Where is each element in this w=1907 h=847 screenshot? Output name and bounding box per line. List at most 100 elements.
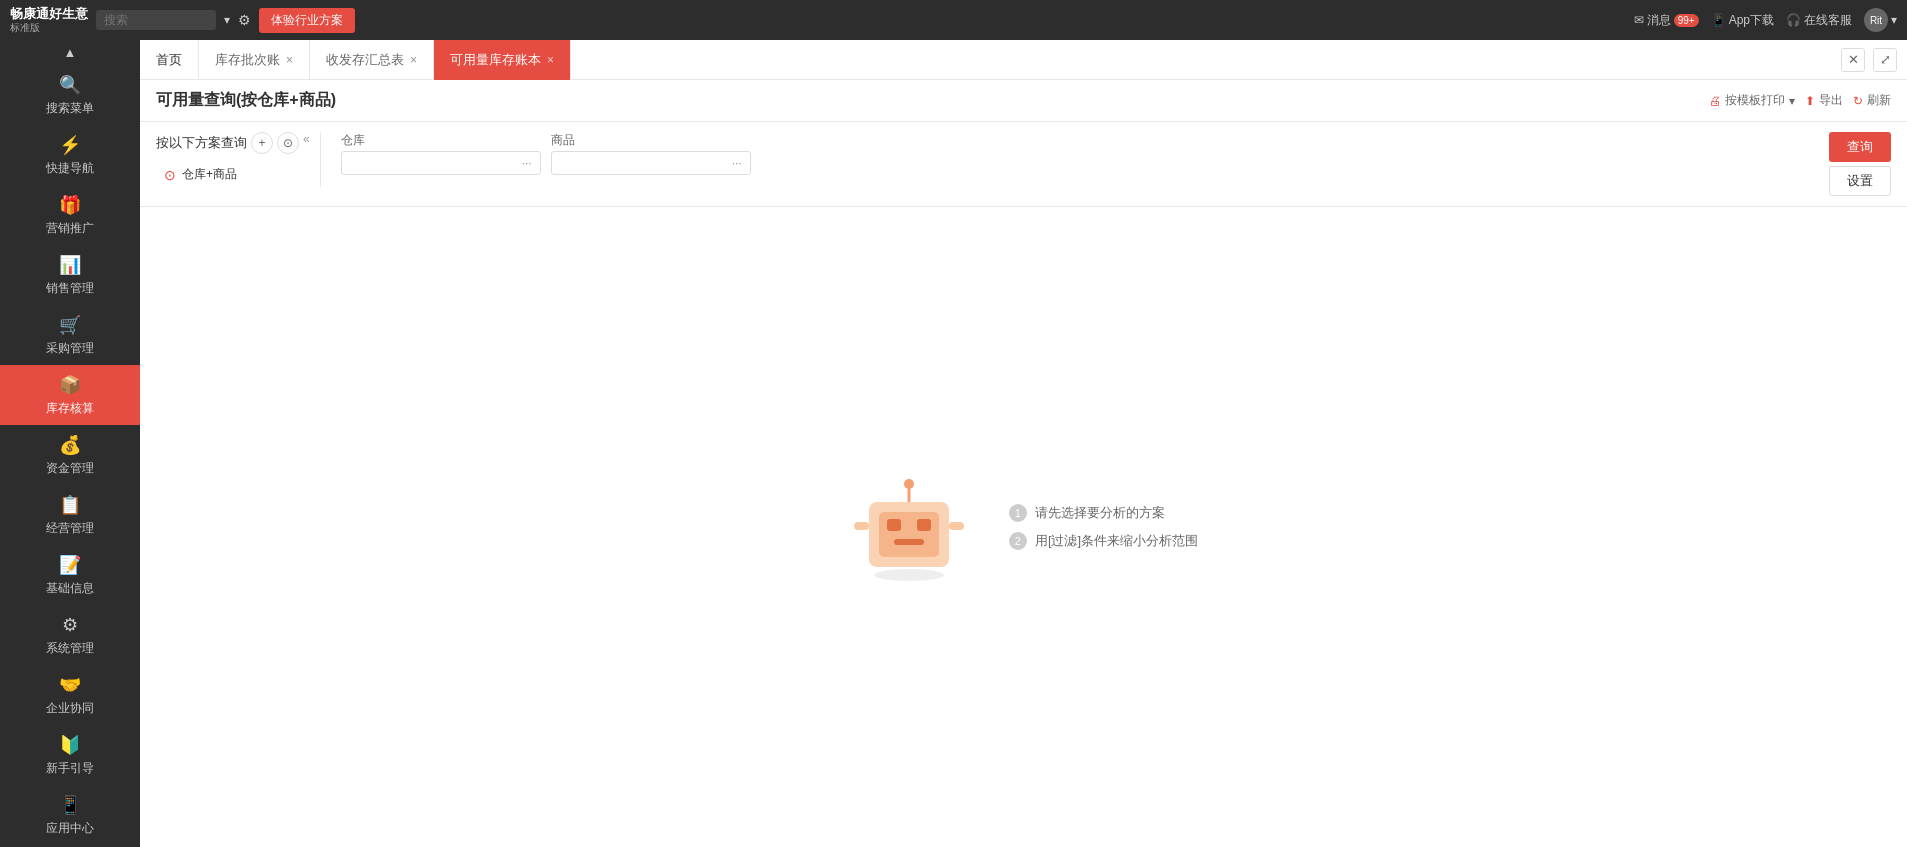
tab-summary-close[interactable]: × xyxy=(410,53,417,67)
purchase-icon: 🛒 xyxy=(59,314,81,336)
sidebar-label-operations: 经营管理 xyxy=(46,520,94,537)
page-header-actions: 🖨 按模板打印 ▾ ⬆ 导出 ↻ 刷新 xyxy=(1709,92,1891,109)
app-download-label: App下载 xyxy=(1729,12,1774,29)
export-icon: ⬆ xyxy=(1805,94,1815,108)
sidebar-item-finance[interactable]: 💰 资金管理 xyxy=(0,425,140,485)
settings-icon[interactable]: ⚙ xyxy=(238,12,251,28)
sidebar-item-system[interactable]: ⚙ 系统管理 xyxy=(0,605,140,665)
empty-state: 1 请先选择要分析的方案 2 用[过滤]条件来缩小分析范围 xyxy=(140,207,1907,847)
sidebar-label-search: 搜索菜单 xyxy=(46,100,94,117)
product-label: 商品 xyxy=(551,132,751,149)
enterprise-icon: 🤝 xyxy=(59,674,81,696)
sidebar-label-sales: 销售管理 xyxy=(46,280,94,297)
query-button[interactable]: 查询 xyxy=(1829,132,1891,162)
online-service-button[interactable]: 🎧 在线客服 xyxy=(1786,12,1852,29)
scheme-panel: 按以下方案查询 + ⊙ « ⊙ 仓库+商品 xyxy=(156,132,321,187)
tab-close-button[interactable]: ✕ xyxy=(1841,48,1865,72)
app-center-icon: 📱 xyxy=(59,794,81,816)
inventory-icon: 📦 xyxy=(59,374,81,396)
refresh-icon: ↻ xyxy=(1853,94,1863,108)
tab-summary[interactable]: 收发存汇总表 × xyxy=(310,40,434,80)
user-menu[interactable]: Rit ▾ xyxy=(1864,8,1897,32)
tab-home[interactable]: 首页 xyxy=(140,40,199,80)
shortcut-icon: ⚡ xyxy=(59,134,81,156)
warehouse-more-btn[interactable]: ··· xyxy=(522,156,532,170)
tip-text-1: 请先选择要分析的方案 xyxy=(1035,504,1165,522)
svg-rect-8 xyxy=(949,522,964,530)
tab-batch[interactable]: 库存批次账 × xyxy=(199,40,310,80)
app-subtitle: 标准版 xyxy=(10,22,88,34)
sidebar-label-system: 系统管理 xyxy=(46,640,94,657)
sidebar-item-guide[interactable]: 🔰 新手引导 xyxy=(0,725,140,785)
query-area: 按以下方案查询 + ⊙ « ⊙ 仓库+商品 xyxy=(140,122,1907,207)
user-initials: Rit xyxy=(1870,15,1882,26)
product-more-btn[interactable]: ··· xyxy=(732,156,742,170)
sidebar-scroll-up[interactable]: ▲ xyxy=(0,40,140,65)
scheme-item-icon: ⊙ xyxy=(164,167,176,183)
sidebar-item-inventory[interactable]: 📦 库存核算 xyxy=(0,365,140,425)
tip-text-2: 用[过滤]条件来缩小分析范围 xyxy=(1035,532,1198,550)
product-input[interactable] xyxy=(560,156,732,170)
scheme-add-button[interactable]: + xyxy=(251,132,273,154)
export-button[interactable]: ⬆ 导出 xyxy=(1805,92,1843,109)
tab-batch-label: 库存批次账 xyxy=(215,51,280,69)
refresh-label: 刷新 xyxy=(1867,92,1891,109)
page-header: 可用量查询(按仓库+商品) 🖨 按模板打印 ▾ ⬆ 导出 ↻ 刷新 xyxy=(140,80,1907,122)
basic-info-icon: 📝 xyxy=(59,554,81,576)
sidebar-item-operations[interactable]: 📋 经营管理 xyxy=(0,485,140,545)
column-settings-button[interactable]: 设置 xyxy=(1829,166,1891,196)
tab-expand-button[interactable]: ⤢ xyxy=(1873,48,1897,72)
app-download-button[interactable]: 📱 App下载 xyxy=(1711,12,1774,29)
print-icon: 🖨 xyxy=(1709,94,1721,108)
top-bar-actions: ✉ 消息 99+ 📱 App下载 🎧 在线客服 Rit ▾ xyxy=(1634,8,1897,32)
tabs-bar-actions: ✕ ⤢ xyxy=(1841,48,1907,72)
sidebar-item-search[interactable]: 🔍 搜索菜单 xyxy=(0,65,140,125)
scheme-item-label: 仓库+商品 xyxy=(182,166,237,183)
online-service-label: 在线客服 xyxy=(1804,12,1852,29)
top-bar: 畅康通好生意 标准版 ▾ ⚙ 体验行业方案 ✉ 消息 99+ 📱 App下载 🎧… xyxy=(0,0,1907,40)
warehouse-input[interactable] xyxy=(350,156,522,170)
print-dropdown-icon: ▾ xyxy=(1789,94,1795,108)
top-bar-left: 畅康通好生意 标准版 ▾ ⚙ 体验行业方案 xyxy=(10,6,355,34)
sales-icon: 📊 xyxy=(59,254,81,276)
warehouse-field: 仓库 ··· xyxy=(341,132,541,175)
operations-icon: 📋 xyxy=(59,494,81,516)
scheme-item-warehouse-product[interactable]: ⊙ 仓库+商品 xyxy=(156,162,310,187)
sidebar-item-sales[interactable]: 📊 销售管理 xyxy=(0,245,140,305)
product-input-wrapper[interactable]: ··· xyxy=(551,151,751,175)
sidebar-item-basic[interactable]: 📝 基础信息 xyxy=(0,545,140,605)
scheme-settings-button[interactable]: ⊙ xyxy=(277,132,299,154)
message-label: 消息 xyxy=(1647,12,1671,29)
sidebar-item-marketing[interactable]: 🎁 营销推广 xyxy=(0,185,140,245)
search-dropdown-icon[interactable]: ▾ xyxy=(224,13,230,27)
message-button[interactable]: ✉ 消息 99+ xyxy=(1634,12,1699,29)
sidebar-item-shortcut[interactable]: ⚡ 快捷导航 xyxy=(0,125,140,185)
refresh-button[interactable]: ↻ 刷新 xyxy=(1853,92,1891,109)
sidebar-label-purchase: 采购管理 xyxy=(46,340,94,357)
tab-available[interactable]: 可用量库存账本 × xyxy=(434,40,571,80)
tab-batch-close[interactable]: × xyxy=(286,53,293,67)
print-button[interactable]: 🖨 按模板打印 ▾ xyxy=(1709,92,1795,109)
action-buttons: 查询 设置 xyxy=(1829,132,1891,196)
empty-tips: 1 请先选择要分析的方案 2 用[过滤]条件来缩小分析范围 xyxy=(1009,504,1198,550)
sidebar-label-marketing: 营销推广 xyxy=(46,220,94,237)
scheme-actions: + ⊙ « xyxy=(251,132,310,154)
sidebar-item-enterprise[interactable]: 🤝 企业协同 xyxy=(0,665,140,725)
scheme-header-label: 按以下方案查询 xyxy=(156,134,247,152)
tab-available-close[interactable]: × xyxy=(547,53,554,67)
top-search-input[interactable] xyxy=(96,10,216,30)
guide-icon: 🔰 xyxy=(59,734,81,756)
scheme-collapse-button[interactable]: « xyxy=(303,132,310,154)
print-label: 按模板打印 xyxy=(1725,92,1785,109)
empty-illustration xyxy=(849,467,969,587)
message-icon: ✉ xyxy=(1634,13,1644,27)
sidebar-item-purchase[interactable]: 🛒 采购管理 xyxy=(0,305,140,365)
avatar: Rit xyxy=(1864,8,1888,32)
finance-icon: 💰 xyxy=(59,434,81,456)
tip-num-2: 2 xyxy=(1009,532,1027,550)
warehouse-input-wrapper[interactable]: ··· xyxy=(341,151,541,175)
sidebar-item-app-center[interactable]: 📱 应用中心 xyxy=(0,785,140,845)
sidebar: ▲ 🔍 搜索菜单 ⚡ 快捷导航 🎁 营销推广 📊 销售管理 🛒 采购管理 xyxy=(0,40,140,847)
sidebar-label-app-center: 应用中心 xyxy=(46,820,94,837)
industry-solution-button[interactable]: 体验行业方案 xyxy=(259,8,355,33)
